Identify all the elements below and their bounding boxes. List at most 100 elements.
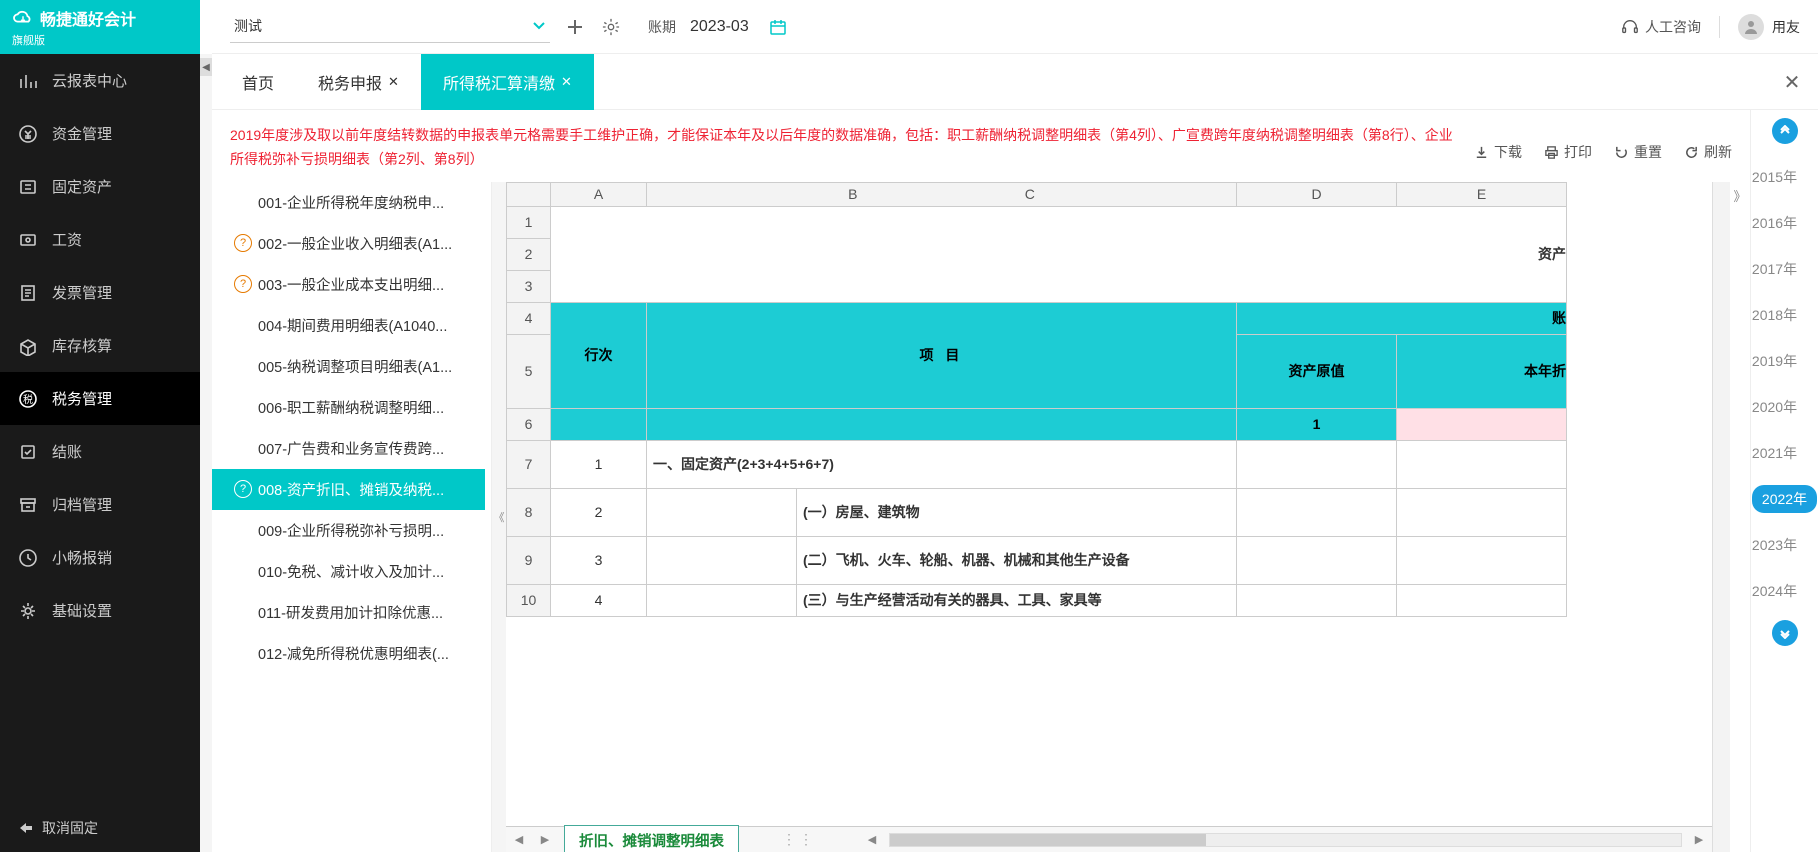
reset-button[interactable]: 重置 xyxy=(1614,142,1662,162)
close-all-tabs-button[interactable]: ✕ xyxy=(1776,66,1808,98)
header-hangci[interactable]: 行次 xyxy=(551,302,647,408)
col-header-a[interactable]: A xyxy=(551,182,647,206)
sidebar-item-money[interactable]: 资金管理 xyxy=(0,107,200,160)
row-header[interactable]: 6 xyxy=(507,408,551,440)
sidebar-item-asset[interactable]: 固定资产 xyxy=(0,160,200,213)
report-item[interactable]: 008-资产折旧、摊销及纳税... xyxy=(212,469,485,510)
report-item[interactable]: 005-纳税调整项目明细表(A1... xyxy=(212,346,485,387)
sidebar-item-chart[interactable]: 云报表中心 xyxy=(0,54,200,107)
row-header[interactable]: 10 xyxy=(507,584,551,616)
row-header[interactable]: 7 xyxy=(507,440,551,488)
company-selector[interactable]: 测试 xyxy=(230,10,550,43)
sidebar-item-close[interactable]: 结账 xyxy=(0,425,200,478)
consult-button[interactable]: 人工咨询 xyxy=(1621,17,1701,37)
row-header[interactable]: 5 xyxy=(507,334,551,408)
report-item[interactable]: 011-研发费用加计扣除优惠... xyxy=(212,592,485,633)
year-item[interactable]: 2018年 xyxy=(1752,292,1817,338)
sidebar-item-settings[interactable]: 基础设置 xyxy=(0,584,200,637)
row-header[interactable]: 8 xyxy=(507,488,551,536)
year-item[interactable]: 2023年 xyxy=(1752,522,1817,568)
year-item[interactable]: 2022年 xyxy=(1752,485,1817,513)
sidebar-item-inventory[interactable]: 库存核算 xyxy=(0,319,200,372)
corner-cell[interactable] xyxy=(507,182,551,206)
sidebar-item-expense[interactable]: 小畅报销 xyxy=(0,531,200,584)
sheet-tab-resize[interactable]: ⋮⋮ xyxy=(739,831,859,848)
hscroll-left[interactable]: ◀ xyxy=(859,827,885,852)
cell[interactable]: 一、固定资产(2+3+4+5+6+7) xyxy=(647,440,1237,488)
tab-close-icon[interactable]: ✕ xyxy=(561,74,572,90)
year-item[interactable]: 2019年 xyxy=(1752,338,1817,384)
cell[interactable]: (三）与生产经营活动有关的器具、工具、家具等 xyxy=(797,584,1237,616)
sidebar-item-archive[interactable]: 归档管理 xyxy=(0,478,200,531)
row-header[interactable]: 1 xyxy=(507,206,551,238)
header-bennian[interactable]: 本年折 xyxy=(1397,334,1567,408)
report-item[interactable]: 010-免税、减计收入及加计... xyxy=(212,551,485,592)
vscroll[interactable] xyxy=(1712,182,1730,852)
report-item[interactable]: 004-期间费用明细表(A1040... xyxy=(212,305,485,346)
year-up-button[interactable] xyxy=(1772,118,1798,144)
settings-button[interactable] xyxy=(600,16,622,38)
report-item[interactable]: 006-职工薪酬纳税调整明细... xyxy=(212,387,485,428)
report-item[interactable]: 012-减免所得税优惠明细表(... xyxy=(212,633,485,674)
sidebar-item-label: 工资 xyxy=(52,229,82,250)
user-menu[interactable]: 用友 xyxy=(1738,14,1800,40)
cell[interactable]: 2 xyxy=(551,488,647,536)
sidebar-item-salary[interactable]: 工资 xyxy=(0,213,200,266)
col-header-e[interactable]: E xyxy=(1397,182,1567,206)
year-down-button[interactable] xyxy=(1772,620,1798,646)
row-header[interactable]: 2 xyxy=(507,238,551,270)
calendar-icon[interactable] xyxy=(769,18,787,36)
row-header[interactable]: 4 xyxy=(507,302,551,334)
print-button[interactable]: 打印 xyxy=(1544,142,1592,162)
report-list-toggle[interactable]: 《 xyxy=(492,182,506,852)
sidebar-item-invoice[interactable]: 发票管理 xyxy=(0,266,200,319)
cell[interactable]: 3 xyxy=(551,536,647,584)
sheet-scroll[interactable]: A B C D E 1 资产 xyxy=(506,182,1712,826)
sheet-title[interactable]: 资产 xyxy=(551,206,1567,302)
tab[interactable]: 所得税汇算清缴✕ xyxy=(421,54,594,110)
cell[interactable]: (一）房屋、建筑物 xyxy=(797,488,1237,536)
tab[interactable]: 首页 xyxy=(220,54,296,110)
sheet-tab-prev[interactable]: ◀ xyxy=(506,827,532,852)
hscroll-right[interactable]: ▶ xyxy=(1686,827,1712,852)
cell[interactable]: 1 xyxy=(551,440,647,488)
col-num-1[interactable]: 1 xyxy=(1237,408,1397,440)
report-item[interactable]: 001-企业所得税年度纳税申... xyxy=(212,182,485,223)
header-zhang[interactable]: 账 xyxy=(1237,302,1567,334)
sheet-tab[interactable]: 折旧、摊销调整明细表 xyxy=(564,825,739,852)
cell[interactable]: (二）飞机、火车、轮船、机器、机械和其他生产设备 xyxy=(797,536,1237,584)
sheet-table: A B C D E 1 资产 xyxy=(506,182,1567,617)
add-button[interactable] xyxy=(564,16,586,38)
sidebar-collapse-toggle[interactable]: ◀ xyxy=(200,58,212,76)
year-item[interactable]: 2020年 xyxy=(1752,384,1817,430)
tab[interactable]: 税务申报✕ xyxy=(296,54,421,110)
year-item[interactable]: 2021年 xyxy=(1752,430,1817,476)
col-header-b[interactable]: B C xyxy=(647,182,1237,206)
hscroll-thumb[interactable] xyxy=(890,834,1206,846)
row-header[interactable]: 9 xyxy=(507,536,551,584)
header-zichan[interactable]: 资产原值 xyxy=(1237,334,1397,408)
year-panel-toggle[interactable]: 》 xyxy=(1730,182,1750,852)
year-item[interactable]: 2024年 xyxy=(1752,568,1817,614)
report-item[interactable]: 002-一般企业收入明细表(A1... xyxy=(212,223,485,264)
download-button[interactable]: 下载 xyxy=(1474,142,1522,162)
year-item[interactable]: 2016年 xyxy=(1752,200,1817,246)
sidebar: 畅捷通好会计 旗舰版 云报表中心资金管理固定资产工资发票管理库存核算税税务管理结… xyxy=(0,0,200,852)
tab-label: 首页 xyxy=(242,70,274,94)
report-item[interactable]: 009-企业所得税弥补亏损明... xyxy=(212,510,485,551)
hscroll-track[interactable] xyxy=(889,833,1682,847)
report-item[interactable]: 003-一般企业成本支出明细... xyxy=(212,264,485,305)
refresh-button[interactable]: 刷新 xyxy=(1684,142,1732,162)
cell[interactable]: 4 xyxy=(551,584,647,616)
sidebar-item-tax[interactable]: 税税务管理 xyxy=(0,372,200,425)
report-item[interactable]: 007-广告费和业务宣传费跨... xyxy=(212,428,485,469)
tab-close-icon[interactable]: ✕ xyxy=(388,74,399,90)
col-header-d[interactable]: D xyxy=(1237,182,1397,206)
row-header[interactable]: 3 xyxy=(507,270,551,302)
year-item[interactable]: 2015年 xyxy=(1752,154,1817,200)
unpin-button[interactable]: 取消固定 xyxy=(0,804,200,852)
year-item[interactable]: 2017年 xyxy=(1752,246,1817,292)
sheet-tab-next[interactable]: ▶ xyxy=(532,827,558,852)
header-xiangmu[interactable]: 项 目 xyxy=(647,302,1237,408)
period-value[interactable]: 2023-03 xyxy=(690,18,749,36)
